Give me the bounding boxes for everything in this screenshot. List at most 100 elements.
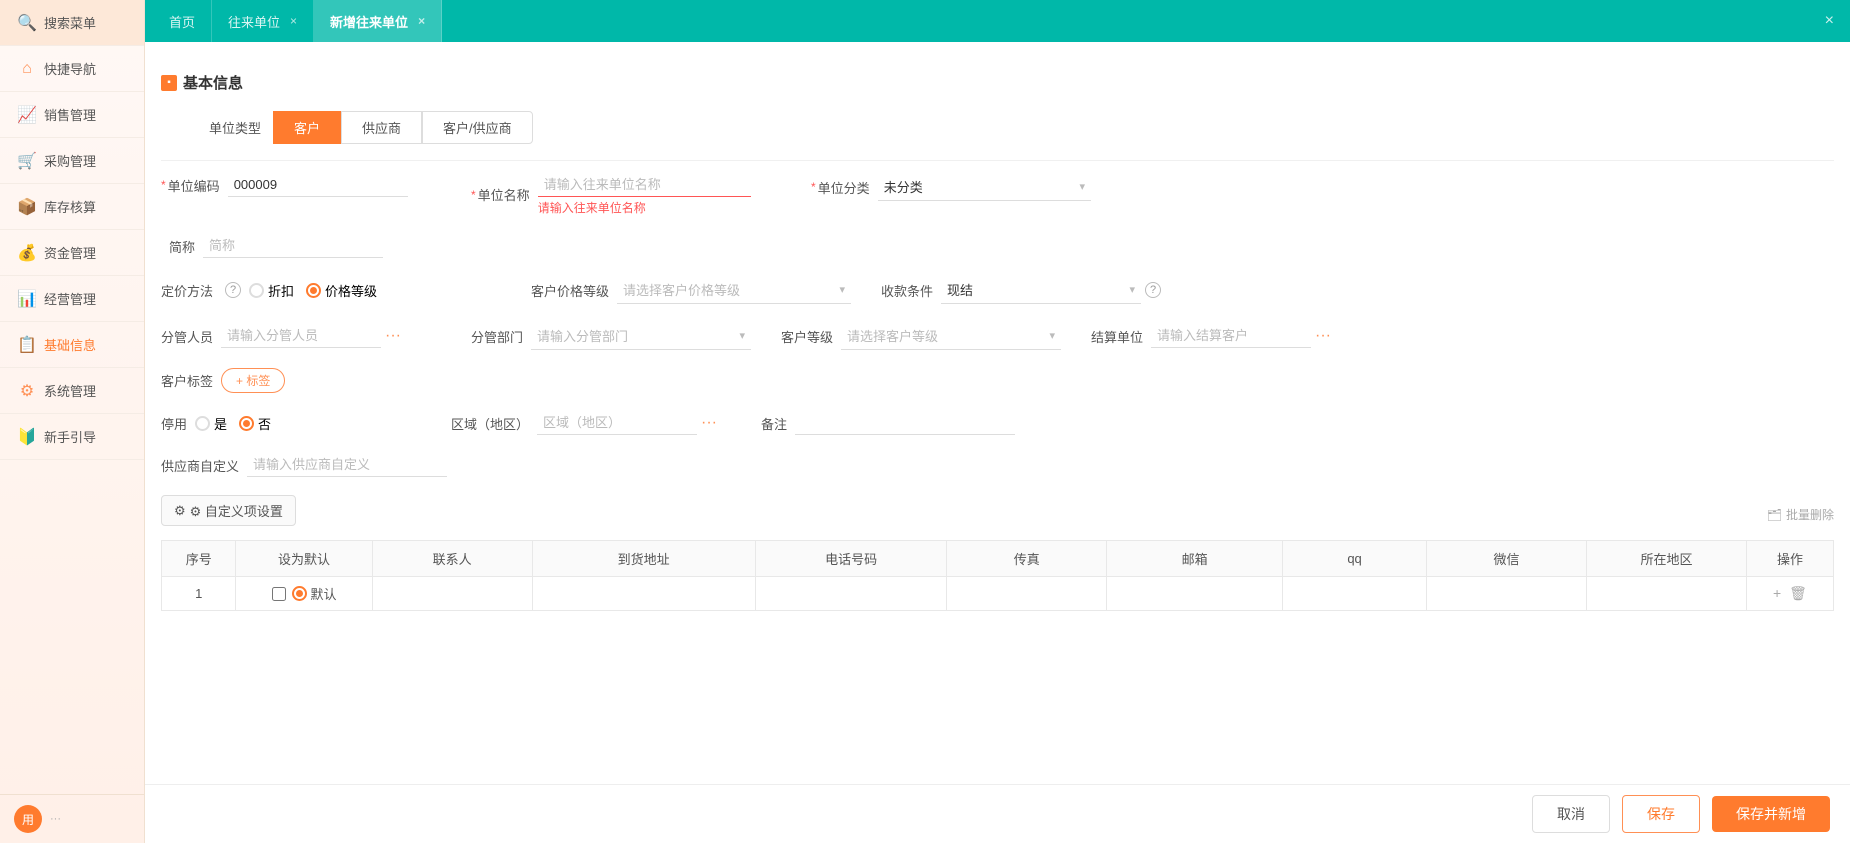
sidebar-item-sales[interactable]: 📈 销售管理 [0,92,144,138]
unit-category-dropdown[interactable]: 未分类 ▾ [878,173,1091,201]
sidebar-item-system[interactable]: ⚙ 系统管理 [0,368,144,414]
cell-wechat[interactable] [1427,577,1587,611]
cell-contact[interactable] [372,577,532,611]
section-header: ▪ 基本信息 [161,58,1834,103]
pricing-help-icon[interactable]: ? [225,282,241,298]
batch-delete-button[interactable]: 🗂 批量删除 [1767,506,1834,523]
wechat-input[interactable] [1467,586,1547,601]
th-wechat: 微信 [1427,541,1587,577]
tab-new-counterparty[interactable]: 新增往来单位 × [314,0,442,42]
add-tag-button[interactable]: + 标签 [221,368,285,393]
sidebar-item-quick-nav[interactable]: ⌂ 快捷导航 [0,46,144,92]
field-customer-price-level: 客户价格等级 请选择客户价格等级 ▾ [531,276,851,304]
th-seq: 序号 [162,541,236,577]
sidebar-label-quick-nav: 快捷导航 [44,59,96,78]
cell-email[interactable] [1107,577,1283,611]
purchase-icon: 🛒 [18,152,36,170]
th-region: 所在地区 [1587,541,1747,577]
unit-type-btn-both[interactable]: 客户/供应商 [422,111,533,144]
payment-terms-dropdown[interactable]: 现结 ▾ [941,276,1141,304]
unit-type-btn-supplier[interactable]: 供应商 [341,111,422,144]
supplier-custom-input[interactable] [247,453,447,477]
custom-settings-button[interactable]: ⚙ ⚙ 自定义项设置 [161,495,296,526]
customer-level-dropdown[interactable]: 请选择客户等级 ▾ [841,322,1061,350]
radio-price-level[interactable]: 价格等级 [306,281,377,300]
abbreviation-input[interactable] [203,234,383,258]
sidebar-item-search[interactable]: 🔍 搜索菜单 [0,0,144,46]
cell-address[interactable] [532,577,755,611]
email-input[interactable] [1150,586,1240,601]
address-input[interactable] [584,586,704,601]
main-area: 首页 往来单位 × 新增往来单位 × × ▪ 基本信息 单位类型 客户 供应商 … [145,0,1850,843]
table-section: ⚙ ⚙ 自定义项设置 🗂 批量删除 序号 设为默认 联系人 到货地址 电话号 [161,495,1834,611]
th-fax: 传真 [947,541,1107,577]
save-new-button[interactable]: 保存并新增 [1712,796,1830,832]
cell-qq[interactable] [1283,577,1427,611]
settlement-unit-label: 结算单位 [1091,327,1143,346]
pricing-method-label: 定价方法 [161,281,213,300]
tab-counterparty-close[interactable]: × [290,14,297,28]
row-checkbox[interactable] [272,587,286,601]
region-more-btn[interactable]: ··· [697,414,721,432]
cancel-button[interactable]: 取消 [1532,795,1610,833]
dept-dropdown[interactable]: 请输入分管部门 ▾ [531,322,751,350]
sidebar-item-finance[interactable]: 💰 资金管理 [0,230,144,276]
delete-row-icon[interactable]: 🗑 [1789,585,1807,602]
radio-disable-no[interactable]: 否 [239,414,271,433]
cell-region[interactable] [1587,577,1747,611]
cell-phone[interactable] [755,577,947,611]
qq-input[interactable] [1320,586,1390,601]
field-unit-category: * 单位分类 未分类 ▾ [811,173,1091,201]
sidebar-item-inventory[interactable]: 📦 库存核算 [0,184,144,230]
chevron-down-icon-3: ▾ [1129,283,1135,296]
unit-type-btn-customer[interactable]: 客户 [273,111,341,144]
tab-counterparty[interactable]: 往来单位 × [212,0,314,42]
disable-label: 停用 [161,414,187,433]
fax-input[interactable] [987,586,1067,601]
field-dept: 分管部门 请输入分管部门 ▾ [471,322,751,350]
add-row-icon[interactable]: + [1773,585,1781,602]
radio-discount-label: 折扣 [268,281,294,300]
payment-help-icon[interactable]: ? [1145,282,1161,298]
th-email: 邮箱 [1107,541,1283,577]
remarks-input[interactable] [795,411,1015,435]
sidebar: 🔍 搜索菜单 ⌂ 快捷导航 📈 销售管理 🛒 采购管理 📦 库存核算 💰 资金管… [0,0,145,843]
settlement-unit-input[interactable] [1151,324,1311,348]
unit-code-input[interactable] [228,173,408,197]
radio-disable-yes[interactable]: 是 [195,414,227,433]
sidebar-item-basic-info[interactable]: 📋 基础信息 [0,322,144,368]
form-row-7: 供应商自定义 [161,453,1834,477]
settlement-more-btn[interactable]: ··· [1311,327,1335,345]
close-all-tabs[interactable]: × [1817,12,1842,30]
section-header-icon: ▪ [161,75,177,91]
sidebar-item-purchase[interactable]: 🛒 采购管理 [0,138,144,184]
sidebar-item-guide[interactable]: 🔰 新手引导 [0,414,144,460]
radio-default[interactable]: 默认 [292,584,337,603]
chevron-down-icon: ▾ [1079,180,1085,193]
tab-new-counterparty-close[interactable]: × [418,14,425,28]
cell-seq: 1 [162,577,236,611]
manager-more-btn[interactable]: ··· [381,327,405,345]
customer-price-level-dropdown[interactable]: 请选择客户价格等级 ▾ [617,276,851,304]
radio-discount[interactable]: 折扣 [249,281,294,300]
field-supplier-custom: 供应商自定义 [161,453,561,477]
table-region-input[interactable] [1626,586,1706,601]
sidebar-label-finance: 资金管理 [44,243,96,262]
user-avatar[interactable]: 用 [14,805,42,833]
save-button[interactable]: 保存 [1622,795,1700,833]
phone-input[interactable] [801,586,901,601]
tab-home[interactable]: 首页 [153,0,212,42]
field-payment-terms: 收款条件 现结 ▾ ? [881,276,1161,304]
operations-icon: 📊 [18,290,36,308]
manager-input[interactable] [221,324,381,348]
table-header-row: 序号 设为默认 联系人 到货地址 电话号码 传真 邮箱 qq 微信 所在地区 操… [162,541,1834,577]
field-customer-level: 客户等级 请选择客户等级 ▾ [781,322,1061,350]
unit-name-input[interactable] [538,173,751,197]
cell-fax[interactable] [947,577,1107,611]
unit-type-label: 单位类型 [161,118,261,137]
sidebar-item-operations[interactable]: 📊 经营管理 [0,276,144,322]
contact-input[interactable] [412,586,492,601]
form-row-4: 分管人员 ··· 分管部门 请输入分管部门 ▾ 客户等级 请选择客户等级 ▾ [161,322,1834,350]
region-input[interactable] [537,411,697,435]
payment-terms-value: 现结 [947,280,1129,299]
